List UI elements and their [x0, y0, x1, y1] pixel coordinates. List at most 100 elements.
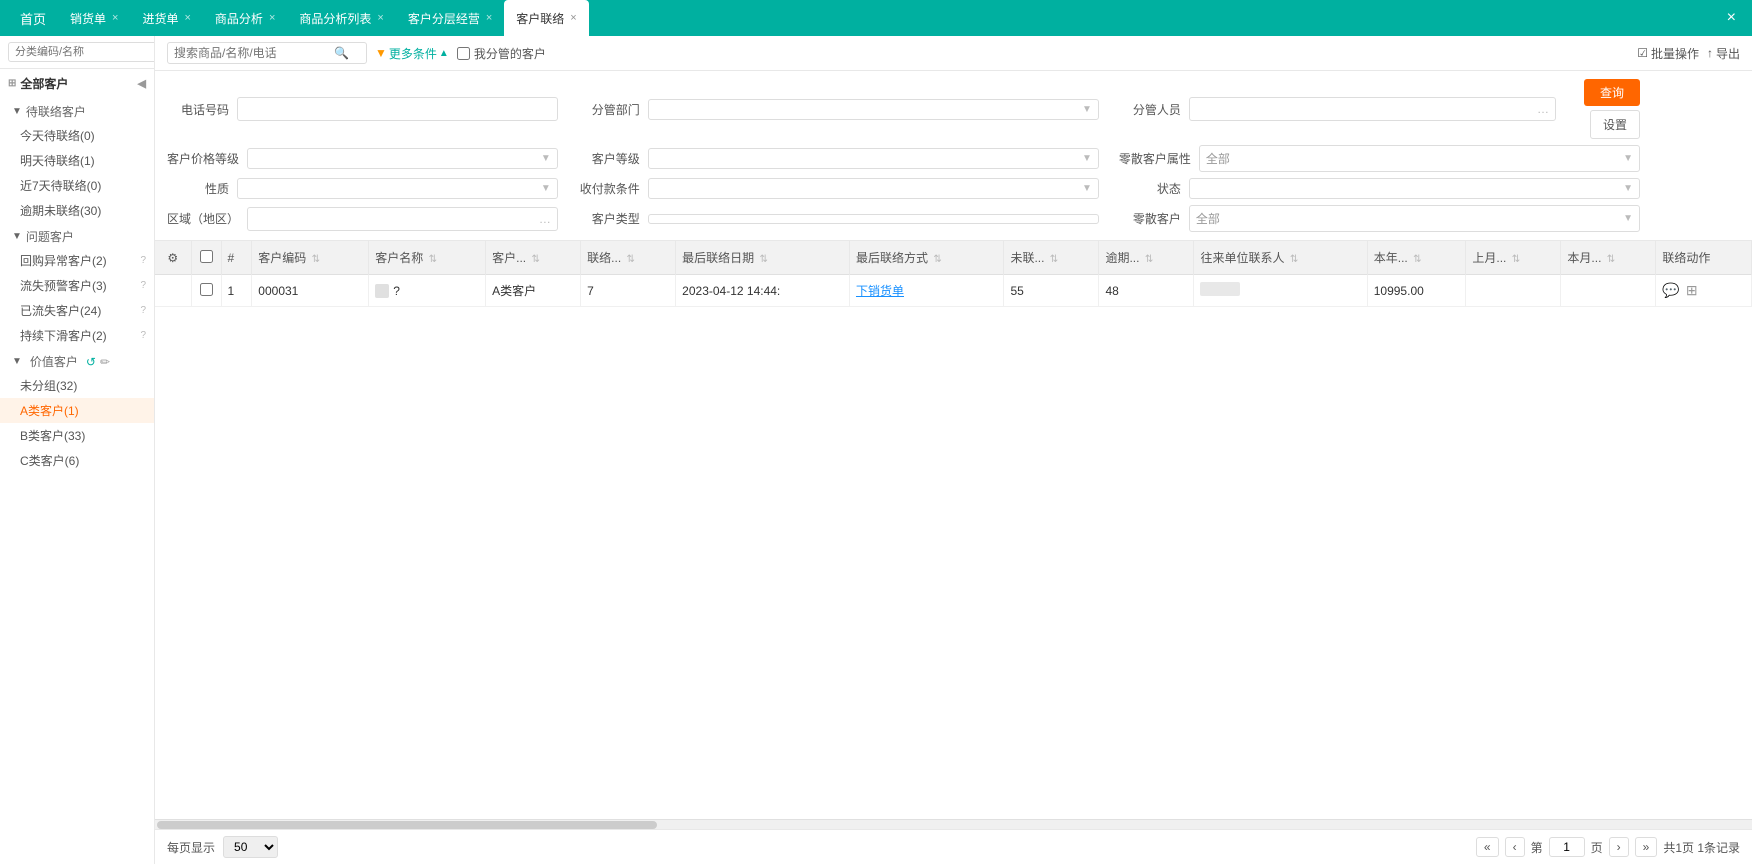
col-action: 联络动作: [1656, 241, 1752, 275]
filter-customer-level: 客户等级 ▼: [578, 148, 1099, 169]
tab-product-list[interactable]: 商品分析列表 ×: [287, 0, 395, 36]
sidebar-item-lost[interactable]: 已流失客户(24) ?: [0, 298, 154, 323]
col-last-contact-date[interactable]: 最后联络日期 ⇅: [676, 241, 850, 275]
select-all-checkbox[interactable]: [200, 250, 213, 263]
region-select[interactable]: …: [247, 207, 558, 231]
my-customers-checkbox-wrap[interactable]: 我分管的客户: [457, 45, 546, 62]
tab-customer-tier[interactable]: 客户分层经营 ×: [396, 0, 504, 36]
more-conditions-btn[interactable]: ▼ 更多条件 ▲: [375, 45, 449, 62]
last-page-btn[interactable]: »: [1635, 837, 1658, 857]
query-button[interactable]: 查询: [1584, 79, 1640, 106]
filter-status: 状态 ▼: [1119, 178, 1740, 199]
per-page-select[interactable]: 50 100 200: [223, 836, 278, 858]
bottom-bar: 每页显示 50 100 200 « ‹ 第 页 › » 共1页 1条记录: [155, 829, 1752, 864]
arrow-icon2: ▼: [12, 231, 22, 242]
sidebar-item-overdue[interactable]: 逾期未联络(30): [0, 198, 154, 223]
tab-purchase[interactable]: 进货单 ×: [130, 0, 202, 36]
next-page-btn[interactable]: ›: [1609, 837, 1629, 857]
sidebar-all-customers[interactable]: ⊞ 全部客户 ◀: [0, 69, 154, 98]
col-this-year[interactable]: 本年... ⇅: [1367, 241, 1466, 275]
scrollbar-thumb[interactable]: [157, 821, 657, 829]
col-overdue[interactable]: 逾期... ⇅: [1099, 241, 1194, 275]
close-all-button[interactable]: ×: [1719, 9, 1744, 27]
settings-button[interactable]: 设置: [1590, 110, 1640, 139]
tab-product-analysis[interactable]: 商品分析 ×: [203, 0, 287, 36]
filter-search-icon[interactable]: 🔍: [334, 46, 349, 60]
row-select-checkbox[interactable]: [200, 283, 213, 296]
first-page-btn[interactable]: «: [1476, 837, 1499, 857]
sidebar-item-tomorrow[interactable]: 明天待联络(1): [0, 148, 154, 173]
my-customers-checkbox[interactable]: [457, 47, 470, 60]
col-code[interactable]: 客户编码 ⇅: [252, 241, 369, 275]
manager-select[interactable]: …: [1189, 97, 1556, 121]
price-level-select[interactable]: ▼: [247, 148, 558, 169]
price-level-label: 客户价格等级: [167, 150, 247, 167]
sidebar-item-repurchase[interactable]: 回购异常客户(2) ?: [0, 248, 154, 273]
tab-product-list-label: 商品分析列表: [299, 10, 371, 27]
last-contact-link[interactable]: 下销货单: [856, 284, 904, 298]
col-this-month[interactable]: 本月... ⇅: [1561, 241, 1656, 275]
col-last-contact-method[interactable]: 最后联络方式 ⇅: [849, 241, 1003, 275]
tab-purchase-label: 进货单: [142, 10, 178, 27]
export-icon: ↑: [1707, 46, 1713, 60]
sidebar-search-input[interactable]: [8, 42, 155, 62]
tab-customer-contact-close[interactable]: ×: [570, 12, 576, 24]
payment-chevron: ▼: [1082, 183, 1092, 194]
col-last-month[interactable]: 上月... ⇅: [1466, 241, 1561, 275]
tab-customer-tier-close[interactable]: ×: [486, 12, 492, 24]
refresh-icon[interactable]: ↺: [86, 355, 96, 369]
row-gear: [155, 275, 191, 307]
gear-col-header[interactable]: ⚙: [155, 241, 191, 275]
edit-icon[interactable]: ✏: [100, 355, 110, 369]
sidebar-item-class-b[interactable]: B类客户(33): [0, 423, 154, 448]
tab-sales[interactable]: 销货单 ×: [58, 0, 130, 36]
chat-icon[interactable]: 💬: [1662, 282, 1679, 299]
tab-product-analysis-close[interactable]: ×: [269, 12, 275, 24]
sidebar-item-class-c[interactable]: C类客户(6): [0, 448, 154, 473]
home-tab[interactable]: 首页: [8, 0, 58, 36]
manager-label: 分管人员: [1119, 101, 1189, 118]
sidebar-item-7days[interactable]: 近7天待联络(0): [0, 173, 154, 198]
retail-customer-select[interactable]: 全部 ▼: [1189, 205, 1640, 232]
status-select[interactable]: ▼: [1189, 178, 1640, 199]
page-number-input[interactable]: [1549, 837, 1585, 857]
row-not-contacted: 55: [1004, 275, 1099, 307]
col-contact[interactable]: 联络... ⇅: [581, 241, 676, 275]
sidebar-item-unclassified[interactable]: 未分组(32): [0, 373, 154, 398]
retail-attr-select[interactable]: 全部 ▼: [1199, 145, 1640, 172]
grid-action-icon[interactable]: ⊞: [1686, 282, 1698, 299]
sidebar-item-today[interactable]: 今天待联络(0): [0, 123, 154, 148]
customer-type-label: 客户类型: [578, 210, 648, 227]
row-last-contact-method[interactable]: 下销货单: [849, 275, 1003, 307]
filter-search-input[interactable]: [174, 46, 334, 60]
collapse-icon[interactable]: ◀: [138, 77, 146, 90]
prev-page-btn[interactable]: ‹: [1505, 837, 1525, 857]
price-level-chevron: ▼: [541, 153, 551, 164]
customer-type-input[interactable]: [648, 214, 1099, 224]
sidebar-item-loss-warning[interactable]: 流失预警客户(3) ?: [0, 273, 154, 298]
sidebar-item-class-a[interactable]: A类客户(1): [0, 398, 154, 423]
tab-customer-contact[interactable]: 客户联络 ×: [504, 0, 588, 36]
nature-select[interactable]: ▼: [237, 178, 558, 199]
sidebar-item-today-label: 今天待联络(0): [20, 127, 95, 144]
sidebar-item-declining[interactable]: 持续下滑客户(2) ?: [0, 323, 154, 348]
retail-customer-chevron: ▼: [1623, 213, 1633, 224]
col-unit-contact[interactable]: 往来单位联系人 ⇅: [1194, 241, 1367, 275]
batch-ops-btn[interactable]: ☑ 批量操作: [1637, 45, 1699, 62]
export-btn[interactable]: ↑ 导出: [1707, 45, 1740, 62]
horizontal-scrollbar[interactable]: [155, 819, 1752, 829]
dept-select[interactable]: ▼: [648, 99, 1099, 120]
tab-product-list-close[interactable]: ×: [377, 12, 383, 24]
col-not-contacted[interactable]: 未联... ⇅: [1004, 241, 1099, 275]
payment-select[interactable]: ▼: [648, 178, 1099, 199]
col-name[interactable]: 客户名称 ⇅: [369, 241, 486, 275]
row-code[interactable]: 000031: [252, 275, 369, 307]
phone-input[interactable]: [237, 97, 558, 121]
group-problem: ▼ 问题客户: [0, 223, 154, 248]
col-category[interactable]: 客户... ⇅: [486, 241, 581, 275]
col-index: #: [221, 241, 252, 275]
tab-purchase-close[interactable]: ×: [184, 12, 190, 24]
tab-sales-close[interactable]: ×: [112, 12, 118, 24]
payment-label: 收付款条件: [578, 180, 648, 197]
customer-level-select[interactable]: ▼: [648, 148, 1099, 169]
